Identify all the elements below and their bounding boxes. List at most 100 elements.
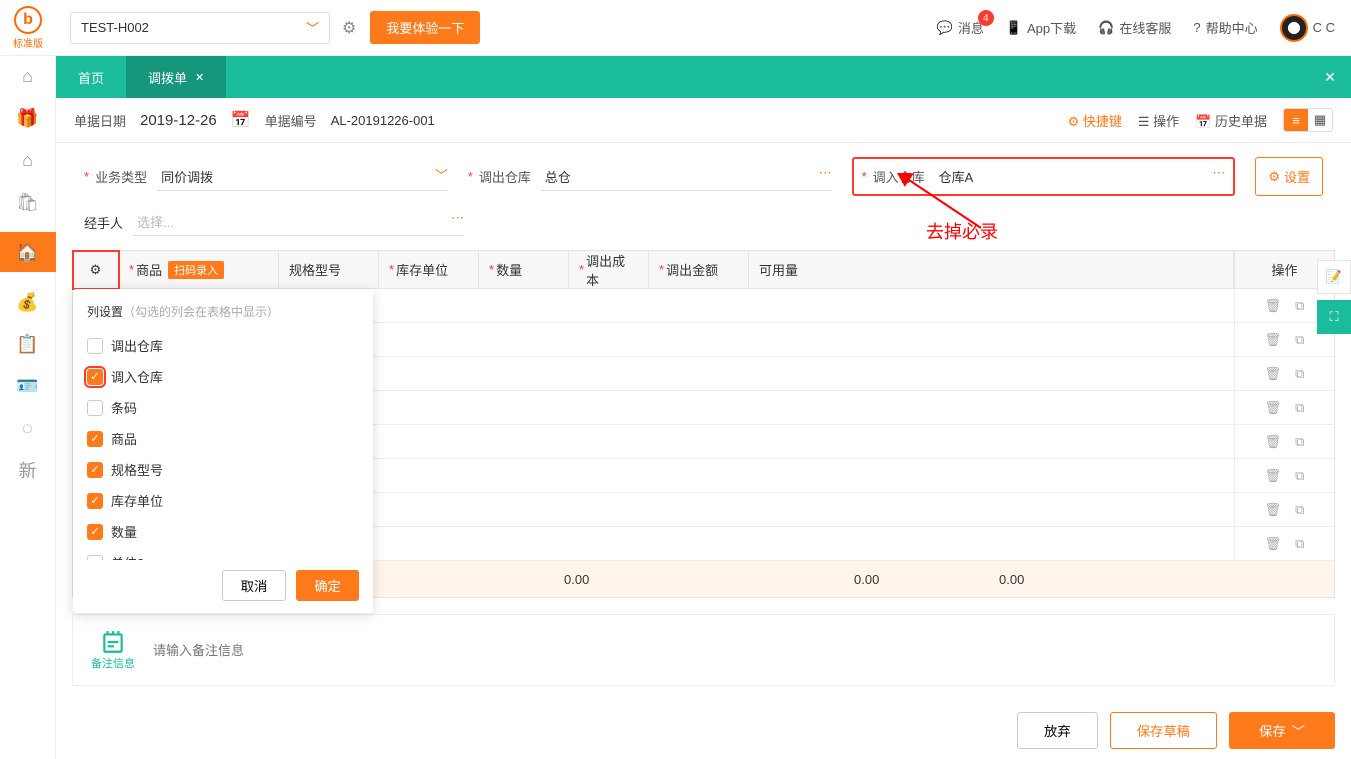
side-expand-icon[interactable]: ⛶ [1317, 300, 1351, 334]
option-label: 单位2 [111, 553, 144, 560]
col-unit: *库存单位 [379, 251, 479, 288]
column-option[interactable]: 单位2 [87, 547, 359, 560]
checkbox-icon: ✓ [87, 524, 103, 540]
scan-tag[interactable]: 扫码录入 [168, 261, 224, 279]
copy-icon[interactable]: ⧉ [1295, 298, 1304, 314]
checkbox-icon: ✓ [87, 431, 103, 447]
column-option[interactable]: ✓ 商品 [87, 423, 359, 454]
nav-more-icon[interactable]: ◌ [16, 416, 40, 440]
delete-icon[interactable]: 🗑 [1265, 332, 1282, 348]
op-link[interactable]: ☰ 操作 [1138, 111, 1179, 130]
doc-actions: ⚙ 快捷键 ☰ 操作 📅 历史单据 ≡ ▦ [1068, 108, 1333, 132]
tab-home[interactable]: 首页 [56, 56, 126, 98]
column-option[interactable]: ✓调入仓库 [87, 361, 359, 392]
column-option[interactable]: 调出仓库 [87, 330, 359, 361]
delete-icon[interactable]: 🗑 [1265, 298, 1282, 314]
left-nav: ⌂ 🎁 ⌂ 🛍 🏠 💰 📋 🪪 ◌ 新 [0, 56, 56, 759]
side-note-icon[interactable]: 📝 [1317, 260, 1351, 294]
confirm-button[interactable]: 确定 [296, 570, 359, 601]
settings-icon[interactable]: ⚙ [342, 18, 356, 38]
list-view-icon[interactable]: ≡ [1284, 109, 1308, 131]
out-label: 调出仓库 [479, 167, 531, 186]
option-label: 商品 [111, 429, 137, 448]
items-table: ⚙ *商品扫码录入 规格型号 *库存单位 *数量 *调出成本 *调出金额 可用量… [72, 250, 1335, 598]
biz-value[interactable]: 同价调拨 ﹀ [157, 163, 448, 191]
option-label: 调出仓库 [111, 336, 163, 355]
field-biz-type: * 业务类型 同价调拨 ﹀ [84, 157, 448, 196]
required-icon: * [468, 169, 473, 184]
chevron-down-icon: ﹀ [435, 165, 448, 184]
delete-icon[interactable]: 🗑 [1265, 536, 1282, 552]
copy-icon[interactable]: ⧉ [1295, 366, 1304, 382]
col-settings-button[interactable]: ⚙ [73, 251, 119, 288]
more-icon: ⋯ [819, 165, 832, 181]
nav-money-icon[interactable]: 💰 [16, 290, 40, 314]
delete-icon[interactable]: 🗑 [1265, 434, 1282, 450]
field-out-warehouse: * 调出仓库 总仓 ⋯ [468, 157, 832, 196]
view-toggle[interactable]: ≡ ▦ [1283, 108, 1333, 132]
more-icon: ⋯ [451, 210, 464, 226]
handler-label: 经手人 [84, 213, 123, 232]
copy-icon[interactable]: ⧉ [1295, 400, 1304, 416]
calendar-icon[interactable]: 📅 [231, 110, 251, 130]
delete-icon[interactable]: 🗑 [1265, 366, 1282, 382]
discard-button[interactable]: 放弃 [1017, 712, 1098, 749]
delete-icon[interactable]: 🗑 [1265, 400, 1282, 416]
nav-bag-icon[interactable]: 🛍 [16, 190, 40, 214]
messages-link[interactable]: 💬 消息 4 [937, 18, 984, 37]
chevron-down-icon: ﹀ [306, 18, 319, 37]
column-option[interactable]: ✓规格型号 [87, 454, 359, 485]
col-qty: *数量 [479, 251, 569, 288]
delete-icon[interactable]: 🗑 [1265, 502, 1282, 518]
column-option[interactable]: ✓ 数量 [87, 516, 359, 547]
column-option[interactable]: ✓库存单位 [87, 485, 359, 516]
history-link[interactable]: 📅 历史单据 [1195, 111, 1267, 130]
nav-home-icon[interactable]: ⌂ [16, 64, 40, 88]
help-center-link[interactable]: ? 帮助中心 [1193, 18, 1257, 37]
copy-icon[interactable]: ⧉ [1295, 536, 1304, 552]
tab-close-icon[interactable]: ✕ [195, 71, 204, 84]
in-value[interactable]: 仓库A ⋯ [935, 163, 1226, 190]
copy-icon[interactable]: ⧉ [1295, 502, 1304, 518]
org-value: TEST-H002 [81, 20, 149, 35]
remark-input[interactable] [153, 643, 1316, 658]
nav-new-icon[interactable]: 新 [16, 458, 40, 482]
save-button[interactable]: 保存﹀ [1229, 712, 1335, 749]
app-download-link[interactable]: 📱 App下载 [1006, 18, 1076, 37]
nav-gift-icon[interactable]: 🎁 [16, 106, 40, 130]
handler-value[interactable]: 选择... ⋯ [133, 208, 464, 236]
shortcut-link[interactable]: ⚙ 快捷键 [1068, 111, 1122, 130]
nav-id-icon[interactable]: 🪪 [16, 374, 40, 398]
field-in-warehouse: * 调入仓库 仓库A ⋯ [852, 157, 1236, 196]
help-label: 帮助中心 [1206, 18, 1258, 37]
checkbox-icon: ✓ [87, 369, 103, 385]
experience-button[interactable]: 我要体验一下 [370, 11, 480, 44]
save-draft-button[interactable]: 保存草稿 [1110, 712, 1217, 749]
biz-label: 业务类型 [95, 167, 147, 186]
nav-warehouse-icon[interactable]: 🏠 [0, 232, 56, 272]
copy-icon[interactable]: ⧉ [1295, 434, 1304, 450]
grid-view-icon[interactable]: ▦ [1308, 109, 1332, 131]
date-value[interactable]: 2019-12-26 [140, 112, 217, 129]
tab-transfer[interactable]: 调拨单 ✕ [126, 56, 226, 98]
column-option[interactable]: 条码 [87, 392, 359, 423]
settings-button[interactable]: ⚙ 设置 [1255, 157, 1323, 196]
copy-icon[interactable]: ⧉ [1295, 468, 1304, 484]
column-settings-popover: 列设置（勾选的列会在表格中显示） 调出仓库 ✓调入仓库条码 ✓ 商品 ✓规格型号✓库存单… [73, 289, 373, 613]
option-label: 数量 [111, 522, 137, 541]
sum-cost: 0.00 [844, 572, 989, 587]
date-label: 单据日期 [74, 111, 126, 130]
user-menu[interactable]: C C [1280, 14, 1335, 42]
cancel-button[interactable]: 取消 [222, 570, 287, 601]
nav-clipboard-icon[interactable]: 📋 [16, 332, 40, 356]
document-bar: 单据日期 2019-12-26 📅 单据编号 AL-20191226-001 ⚙… [56, 98, 1351, 143]
highlight-box [72, 250, 120, 290]
nav-house-icon[interactable]: ⌂ [16, 148, 40, 172]
out-value[interactable]: 总仓 ⋯ [541, 163, 832, 191]
close-all-tabs[interactable]: ✕ [1309, 56, 1351, 98]
org-select[interactable]: TEST-H002 ﹀ [70, 12, 330, 44]
copy-icon[interactable]: ⧉ [1295, 332, 1304, 348]
popover-title: 列设置（勾选的列会在表格中显示） [73, 299, 373, 330]
customer-service-link[interactable]: 🎧 在线客服 [1098, 18, 1171, 37]
delete-icon[interactable]: 🗑 [1265, 468, 1282, 484]
